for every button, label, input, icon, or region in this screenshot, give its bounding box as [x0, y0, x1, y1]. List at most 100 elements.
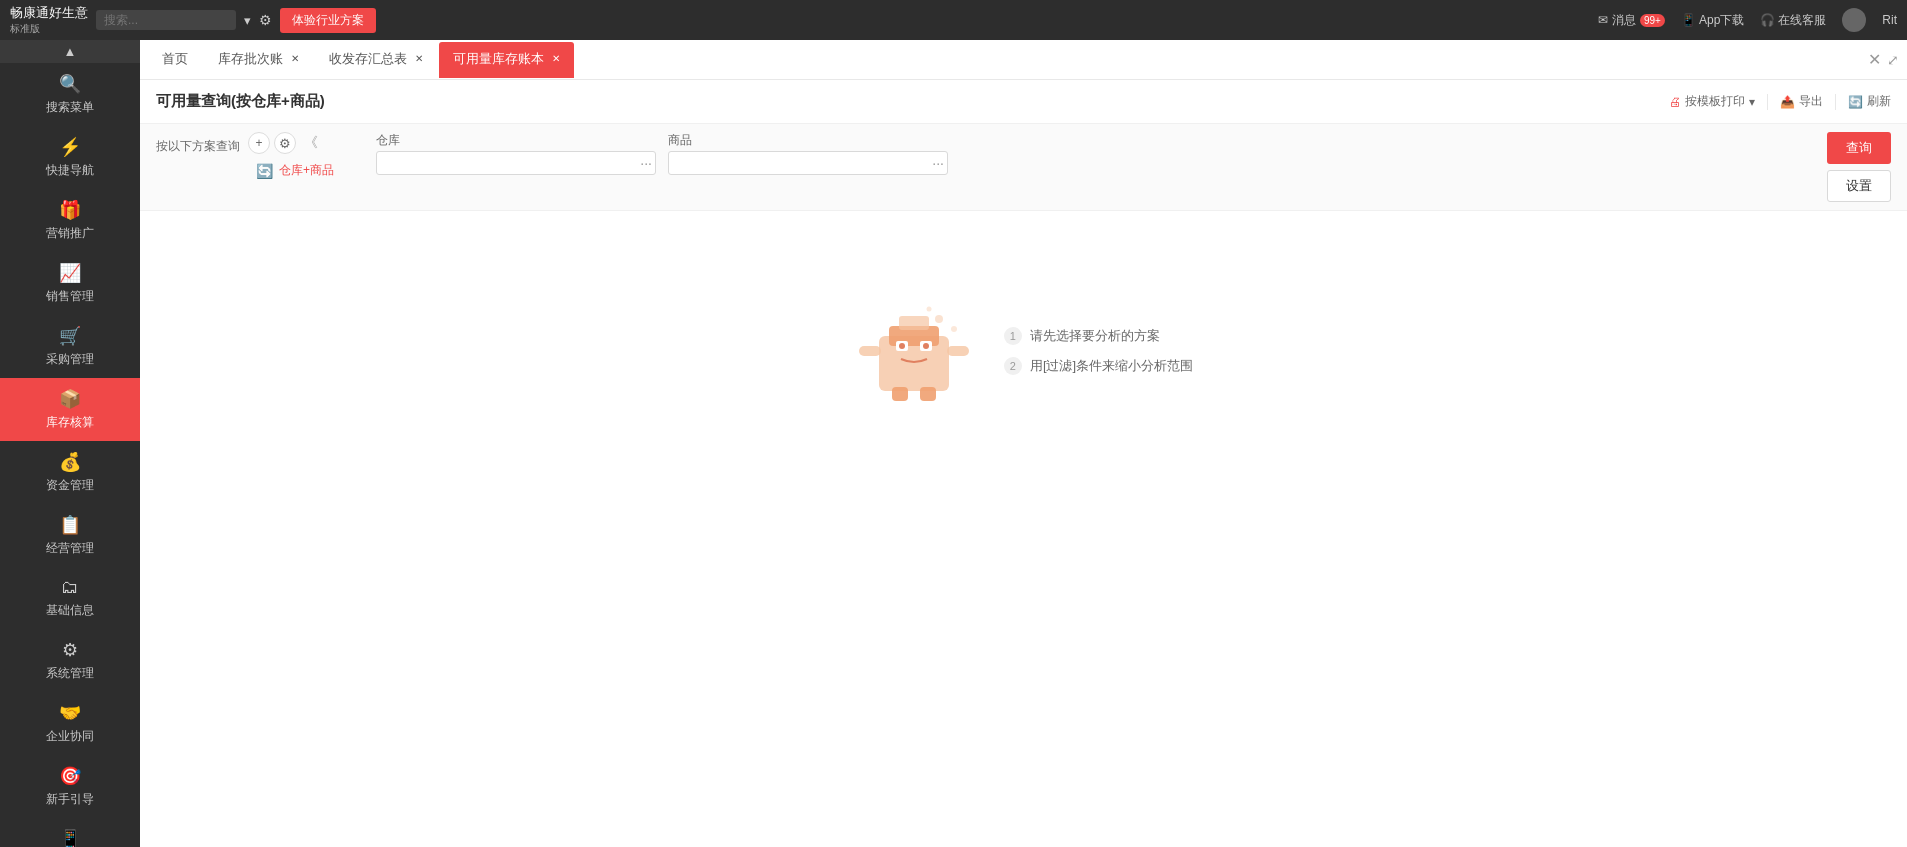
topbar: 畅康通好生意 标准版 ▾ ⚙ 体验行业方案 ✉ 消息 99+ 📱 App下载 🎧… — [0, 0, 1907, 40]
search-dropdown-icon[interactable]: ▾ — [244, 13, 251, 28]
empty-tips: 1 请先选择要分析的方案 2 用[过滤]条件来缩小分析范围 — [1004, 327, 1193, 375]
app-logo: 畅康通好生意 标准版 — [10, 4, 88, 36]
message-label: 消息 — [1612, 12, 1636, 29]
goods-input-wrap: ··· — [668, 151, 948, 175]
basic-info-icon: 🗂 — [61, 577, 79, 598]
print-label: 按模板打印 — [1685, 93, 1745, 110]
page-title: 可用量查询(按仓库+商品) — [156, 92, 325, 111]
scheme-label: 仓库+商品 — [279, 162, 334, 179]
topbar-right: ✉ 消息 99+ 📱 App下载 🎧 在线客服 Rit — [1598, 8, 1897, 32]
scheme-rotate-icon: 🔄 — [256, 163, 273, 179]
sidebar-item-search-menu[interactable]: 🔍 搜索菜单 — [0, 63, 140, 126]
tab-home[interactable]: 首页 — [148, 42, 202, 78]
warehouse-more-button[interactable]: ··· — [640, 155, 652, 171]
inventory-icon: 📦 — [59, 388, 81, 410]
tip-text-2: 用[过滤]条件来缩小分析范围 — [1030, 357, 1193, 375]
export-button[interactable]: 📤 导出 — [1780, 93, 1823, 110]
tab-available-qty[interactable]: 可用量库存账本 ✕ — [439, 42, 574, 78]
online-service-button[interactable]: 🎧 在线客服 — [1760, 12, 1826, 29]
svg-rect-7 — [859, 346, 881, 356]
warehouse-input[interactable] — [376, 151, 656, 175]
tab-available-qty-label: 可用量库存账本 — [453, 50, 544, 68]
system-icon: ⚙ — [62, 639, 78, 661]
column-settings-button[interactable]: 设置 — [1827, 170, 1891, 202]
sidebar-item-quick-nav[interactable]: ⚡ 快捷导航 — [0, 126, 140, 189]
content-area: 首页 库存批次账 ✕ 收发存汇总表 ✕ 可用量库存账本 ✕ ✕ ⤢ 可用量查询(… — [140, 40, 1907, 847]
cooperation-icon: 🤝 — [59, 702, 81, 724]
finance-icon: 💰 — [59, 451, 81, 473]
add-scheme-button[interactable]: + — [248, 132, 270, 154]
topbar-search-input[interactable] — [96, 10, 236, 30]
goods-field: 商品 ··· — [668, 132, 948, 175]
empty-box-svg — [854, 291, 974, 411]
filter-area-label: 按以下方案查询 — [156, 138, 240, 155]
search-menu-icon: 🔍 — [59, 73, 81, 95]
print-dropdown-icon[interactable]: ▾ — [1749, 95, 1755, 109]
sidebar-item-purchase[interactable]: 🛒 采购管理 — [0, 315, 140, 378]
tab-batch-ledger-close[interactable]: ✕ — [291, 53, 299, 64]
collapse-scheme-icon[interactable]: 《 — [304, 134, 318, 152]
page-content: 可用量查询(按仓库+商品) 🖨 按模板打印 ▾ 📤 导出 🔄 — [140, 80, 1907, 847]
sidebar-label-search-menu: 搜索菜单 — [46, 99, 94, 116]
empty-state: 1 请先选择要分析的方案 2 用[过滤]条件来缩小分析范围 — [140, 211, 1907, 491]
sidebar-item-inventory[interactable]: 📦 库存核算 — [0, 378, 140, 441]
scheme-item-warehouse-goods[interactable]: 🔄 仓库+商品 — [248, 158, 368, 183]
tabs-expand-button[interactable]: ⤢ — [1887, 52, 1899, 68]
sidebar: ▲ 🔍 搜索菜单 ⚡ 快捷导航 🎁 营销推广 📈 销售管理 🛒 采购管理 📦 库… — [0, 40, 140, 847]
page-header-actions: 🖨 按模板打印 ▾ 📤 导出 🔄 刷新 — [1669, 93, 1891, 110]
industry-solution-button[interactable]: 体验行业方案 — [280, 8, 376, 33]
sidebar-item-system[interactable]: ⚙ 系统管理 — [0, 629, 140, 692]
filter-inputs: 仓库 ··· 商品 ··· — [376, 132, 1819, 175]
app-download-button[interactable]: 📱 App下载 — [1681, 12, 1744, 29]
sidebar-item-sales[interactable]: 📈 销售管理 — [0, 252, 140, 315]
tab-collect-summary-close[interactable]: ✕ — [415, 53, 423, 64]
print-template-button[interactable]: 🖨 按模板打印 ▾ — [1669, 93, 1755, 110]
settings-icon[interactable]: ⚙ — [259, 12, 272, 28]
message-icon: ✉ — [1598, 13, 1608, 27]
goods-more-button[interactable]: ··· — [932, 155, 944, 171]
empty-illustration — [854, 291, 974, 411]
tab-collect-summary-label: 收发存汇总表 — [329, 50, 407, 68]
tip-item-1: 1 请先选择要分析的方案 — [1004, 327, 1193, 345]
sidebar-item-newbie[interactable]: 🎯 新手引导 — [0, 755, 140, 818]
refresh-label: 刷新 — [1867, 93, 1891, 110]
message-button[interactable]: ✉ 消息 99+ — [1598, 12, 1665, 29]
tabs-bar: 首页 库存批次账 ✕ 收发存汇总表 ✕ 可用量库存账本 ✕ ✕ ⤢ — [140, 40, 1907, 80]
right-action-buttons: 查询 设置 — [1827, 132, 1891, 202]
svg-point-6 — [923, 343, 929, 349]
page-header: 可用量查询(按仓库+商品) 🖨 按模板打印 ▾ 📤 导出 🔄 — [140, 80, 1907, 124]
tab-batch-ledger[interactable]: 库存批次账 ✕ — [204, 42, 313, 78]
tab-collect-summary[interactable]: 收发存汇总表 ✕ — [315, 42, 437, 78]
svg-rect-10 — [920, 387, 936, 401]
settings-scheme-button[interactable]: ⚙ — [274, 132, 296, 154]
goods-input[interactable] — [668, 151, 948, 175]
app-name: 畅康通好生意 — [10, 4, 88, 22]
svg-rect-9 — [892, 387, 908, 401]
message-badge: 99+ — [1640, 14, 1665, 27]
warehouse-input-wrap: ··· — [376, 151, 656, 175]
sidebar-label-finance: 资金管理 — [46, 477, 94, 494]
filter-schemes: + ⚙ 《 🔄 仓库+商品 — [248, 132, 368, 183]
refresh-button[interactable]: 🔄 刷新 — [1848, 93, 1891, 110]
query-button[interactable]: 查询 — [1827, 132, 1891, 164]
tab-available-qty-close[interactable]: ✕ — [552, 53, 560, 64]
sidebar-item-cooperation[interactable]: 🤝 企业协同 — [0, 692, 140, 755]
tab-home-label: 首页 — [162, 50, 188, 68]
sidebar-item-marketing[interactable]: 🎁 营销推广 — [0, 189, 140, 252]
svg-point-13 — [926, 307, 931, 312]
refresh-icon: 🔄 — [1848, 95, 1863, 109]
tip-text-1: 请先选择要分析的方案 — [1030, 327, 1160, 345]
sidebar-scroll-up[interactable]: ▲ — [0, 40, 140, 63]
app-center-icon: 📱 — [59, 828, 81, 847]
sidebar-item-finance[interactable]: 💰 资金管理 — [0, 441, 140, 504]
sidebar-label-quick-nav: 快捷导航 — [46, 162, 94, 179]
sidebar-item-basic-info[interactable]: 🗂 基础信息 — [0, 567, 140, 629]
marketing-icon: 🎁 — [59, 199, 81, 221]
sidebar-item-app-center[interactable]: 📱 应用中心 — [0, 818, 140, 847]
svg-point-12 — [951, 326, 957, 332]
export-icon: 📤 — [1780, 95, 1795, 109]
user-avatar[interactable] — [1842, 8, 1866, 32]
tabs-close-all-button[interactable]: ✕ — [1868, 50, 1881, 69]
sidebar-item-business[interactable]: 📋 经营管理 — [0, 504, 140, 567]
sidebar-label-marketing: 营销推广 — [46, 225, 94, 242]
